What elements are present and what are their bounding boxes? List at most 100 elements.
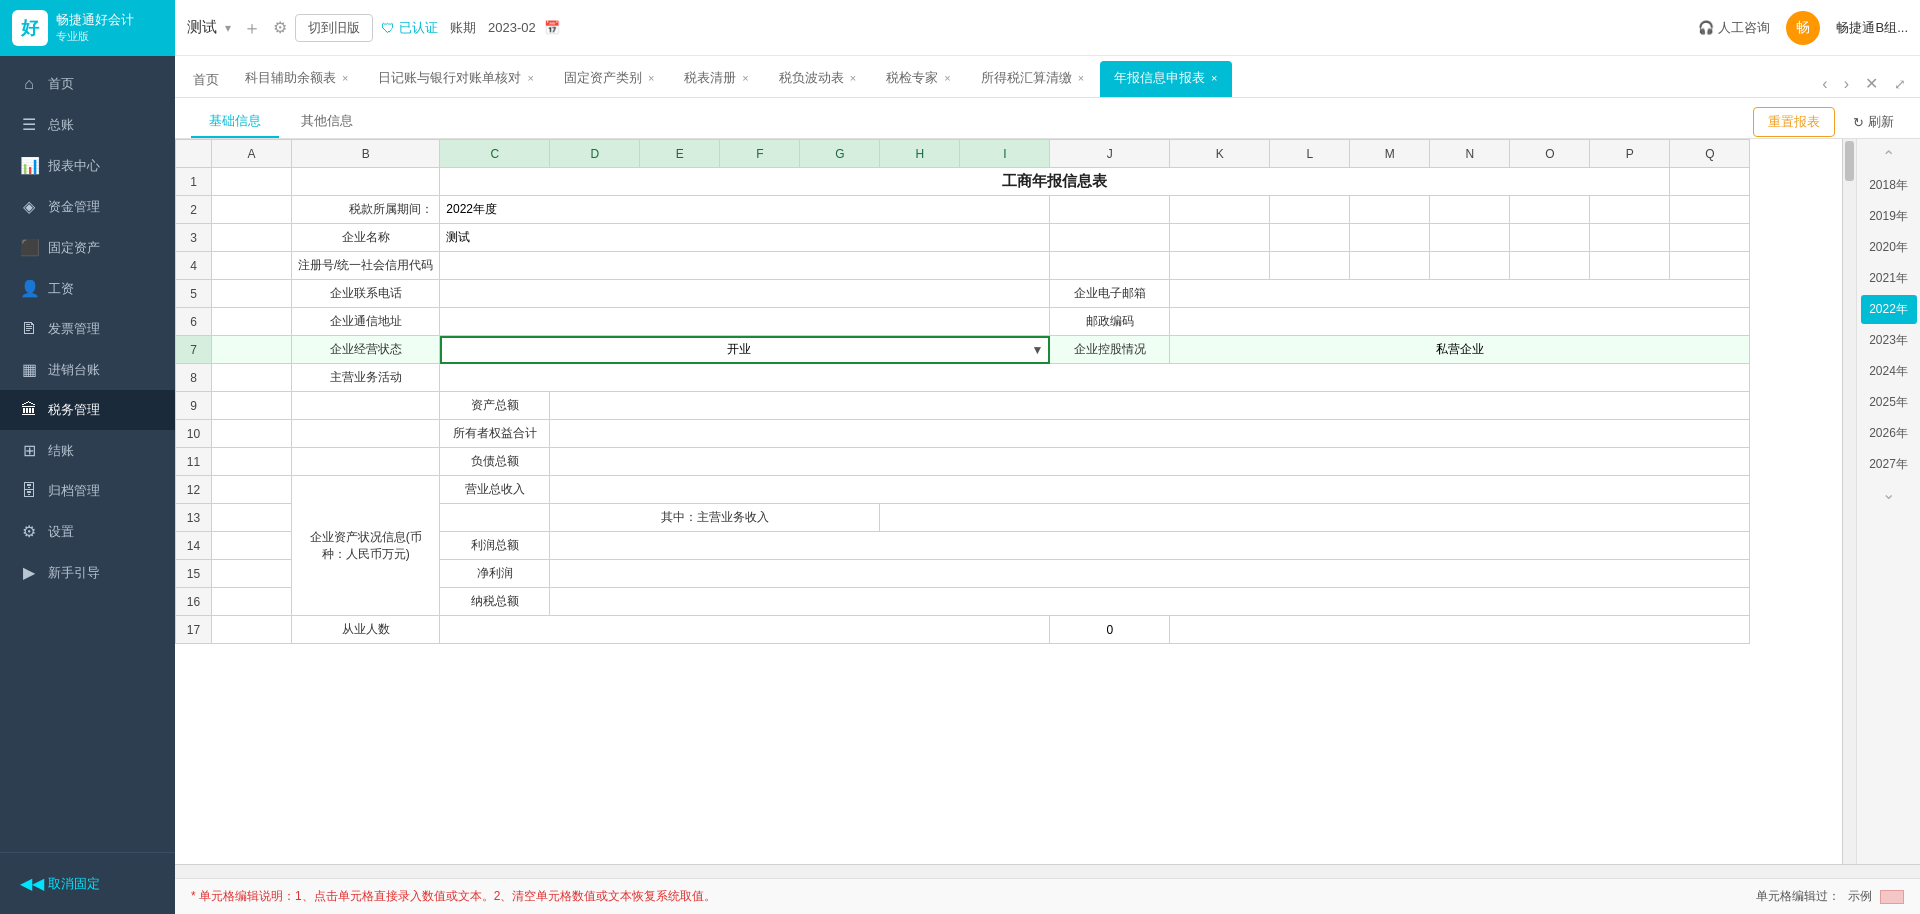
sidebar-item-purchase-sales[interactable]: ▦ 进销台账 [0, 349, 175, 390]
year-item-2024[interactable]: 2024年 [1861, 357, 1917, 386]
cell-9-c[interactable]: 资产总额 [440, 392, 550, 420]
cell-5-j[interactable]: 企业电子邮箱 [1050, 280, 1170, 308]
sidebar-item-archive[interactable]: 🗄 归档管理 [0, 471, 175, 511]
tab-close-tax-form[interactable]: × [742, 72, 748, 84]
cell-10-c[interactable]: 所有者权益合计 [440, 420, 550, 448]
cell-5-a[interactable] [212, 280, 292, 308]
cell-2-n[interactable] [1430, 196, 1510, 224]
tab-prev-button[interactable]: ‹ [1816, 71, 1833, 97]
cell-4-q[interactable] [1670, 252, 1750, 280]
sidebar-item-payroll[interactable]: 👤 工资 [0, 268, 175, 309]
cell-1-q[interactable] [1670, 168, 1750, 196]
cell-6-a[interactable] [212, 308, 292, 336]
cell-7-k[interactable]: 私营企业 [1170, 336, 1750, 364]
cell-2-q[interactable] [1670, 196, 1750, 224]
tab-close-journal-bank[interactable]: × [527, 72, 533, 84]
cell-3-p[interactable] [1590, 224, 1670, 252]
sidebar-item-ledger[interactable]: ☰ 总账 [0, 104, 175, 145]
cell-10-b[interactable] [292, 420, 440, 448]
sidebar-item-funds[interactable]: ◈ 资金管理 [0, 186, 175, 227]
vertical-scrollbar[interactable] [1842, 139, 1856, 864]
tab-aux-balance[interactable]: 科目辅助余额表 × [231, 61, 362, 97]
sidebar-item-reports[interactable]: 📊 报表中心 [0, 145, 175, 186]
cell-15-d[interactable] [550, 560, 1750, 588]
cell-6-j[interactable]: 邮政编码 [1050, 308, 1170, 336]
cell-4-k[interactable] [1170, 252, 1270, 280]
cell-3-m[interactable] [1350, 224, 1430, 252]
cell-9-b[interactable] [292, 392, 440, 420]
topbar-settings-icon[interactable]: ⚙ [273, 18, 287, 37]
cell-14-c[interactable]: 利润总额 [440, 532, 550, 560]
tab-expand-button[interactable]: ⤢ [1888, 72, 1912, 96]
cell-12-c[interactable]: 营业总收入 [440, 476, 550, 504]
cell-15-c[interactable]: 净利润 [440, 560, 550, 588]
cell-3-a[interactable] [212, 224, 292, 252]
tab-close-tax-check[interactable]: × [944, 72, 950, 84]
cell-11-a[interactable] [212, 448, 292, 476]
tab-tax-check[interactable]: 税检专家 × [872, 61, 964, 97]
cell-4-o[interactable] [1510, 252, 1590, 280]
tab-home[interactable]: 首页 [183, 63, 229, 97]
cell-4-p[interactable] [1590, 252, 1670, 280]
cell-7-a[interactable] [212, 336, 292, 364]
topbar-add-button[interactable]: ＋ [239, 16, 265, 40]
cell-4-m[interactable] [1350, 252, 1430, 280]
year-item-2021[interactable]: 2021年 [1861, 264, 1917, 293]
cell-4-n[interactable] [1430, 252, 1510, 280]
cell-16-c[interactable]: 纳税总额 [440, 588, 550, 616]
year-item-2022[interactable]: 2022年 [1861, 295, 1917, 324]
cell-10-a[interactable] [212, 420, 292, 448]
sidebar-item-guide[interactable]: ▶ 新手引导 [0, 552, 175, 593]
cell-8-a[interactable] [212, 364, 292, 392]
cell-1-title[interactable]: 工商年报信息表 [440, 168, 1670, 196]
cell-6-k[interactable] [1170, 308, 1750, 336]
topbar-calendar-icon[interactable]: 📅 [544, 20, 560, 35]
cell-17-j[interactable]: 0 [1050, 616, 1170, 644]
year-item-2023[interactable]: 2023年 [1861, 326, 1917, 355]
tab-next-button[interactable]: › [1838, 71, 1855, 97]
tab-annual-report[interactable]: 年报信息申报表 × [1100, 61, 1231, 97]
cell-2-c[interactable]: 2022年度 [440, 196, 1050, 224]
cell-13-d[interactable]: 其中：主营业务收入 [550, 504, 880, 532]
cell-14-d[interactable] [550, 532, 1750, 560]
tab-close-annual-report[interactable]: × [1211, 72, 1217, 84]
cell-3-c[interactable]: 测试 [440, 224, 1050, 252]
sidebar-item-fixed-assets[interactable]: ⬛ 固定资产 [0, 227, 175, 268]
cell-17-c[interactable] [440, 616, 1050, 644]
horizontal-scrollbar[interactable] [175, 864, 1920, 878]
year-item-2025[interactable]: 2025年 [1861, 388, 1917, 417]
cell-3-k[interactable] [1170, 224, 1270, 252]
year-item-2020[interactable]: 2020年 [1861, 233, 1917, 262]
cell-8-b[interactable]: 主营业务活动 [292, 364, 440, 392]
tab-close-tax-change[interactable]: × [850, 72, 856, 84]
cell-2-k[interactable] [1170, 196, 1270, 224]
tab-journal-bank[interactable]: 日记账与银行对账单核对 × [364, 61, 547, 97]
cell-11-c[interactable]: 负债总额 [440, 448, 550, 476]
cell-7-b[interactable]: 企业经营状态 [292, 336, 440, 364]
sidebar-item-settings[interactable]: ⚙ 设置 [0, 511, 175, 552]
tab-fixed-assets-cat[interactable]: 固定资产类别 × [550, 61, 668, 97]
scroll-thumb[interactable] [1845, 141, 1854, 181]
cell-4-a[interactable] [212, 252, 292, 280]
cell-3-o[interactable] [1510, 224, 1590, 252]
cell-2-p[interactable] [1590, 196, 1670, 224]
year-up-button[interactable]: ⌃ [1878, 143, 1899, 170]
cell-2-m[interactable] [1350, 196, 1430, 224]
year-down-button[interactable]: ⌄ [1878, 480, 1899, 507]
year-item-2019[interactable]: 2019年 [1861, 202, 1917, 231]
cell-11-d[interactable] [550, 448, 1750, 476]
cell-3-b[interactable]: 企业名称 [292, 224, 440, 252]
cell-2-o[interactable] [1510, 196, 1590, 224]
cell-17-k[interactable] [1170, 616, 1750, 644]
cell-16-d[interactable] [550, 588, 1750, 616]
cell-2-j[interactable] [1050, 196, 1170, 224]
tab-tax-form[interactable]: 税表清册 × [670, 61, 762, 97]
year-item-2018[interactable]: 2018年 [1861, 171, 1917, 200]
cell-10-d[interactable] [550, 420, 1750, 448]
cell-15-a[interactable] [212, 560, 292, 588]
cell-12-a[interactable] [212, 476, 292, 504]
cell-1-a[interactable] [212, 168, 292, 196]
sidebar-item-tax[interactable]: 🏛 税务管理 [0, 390, 175, 430]
cell-6-c[interactable] [440, 308, 1050, 336]
sidebar-item-home[interactable]: ⌂ 首页 [0, 64, 175, 104]
